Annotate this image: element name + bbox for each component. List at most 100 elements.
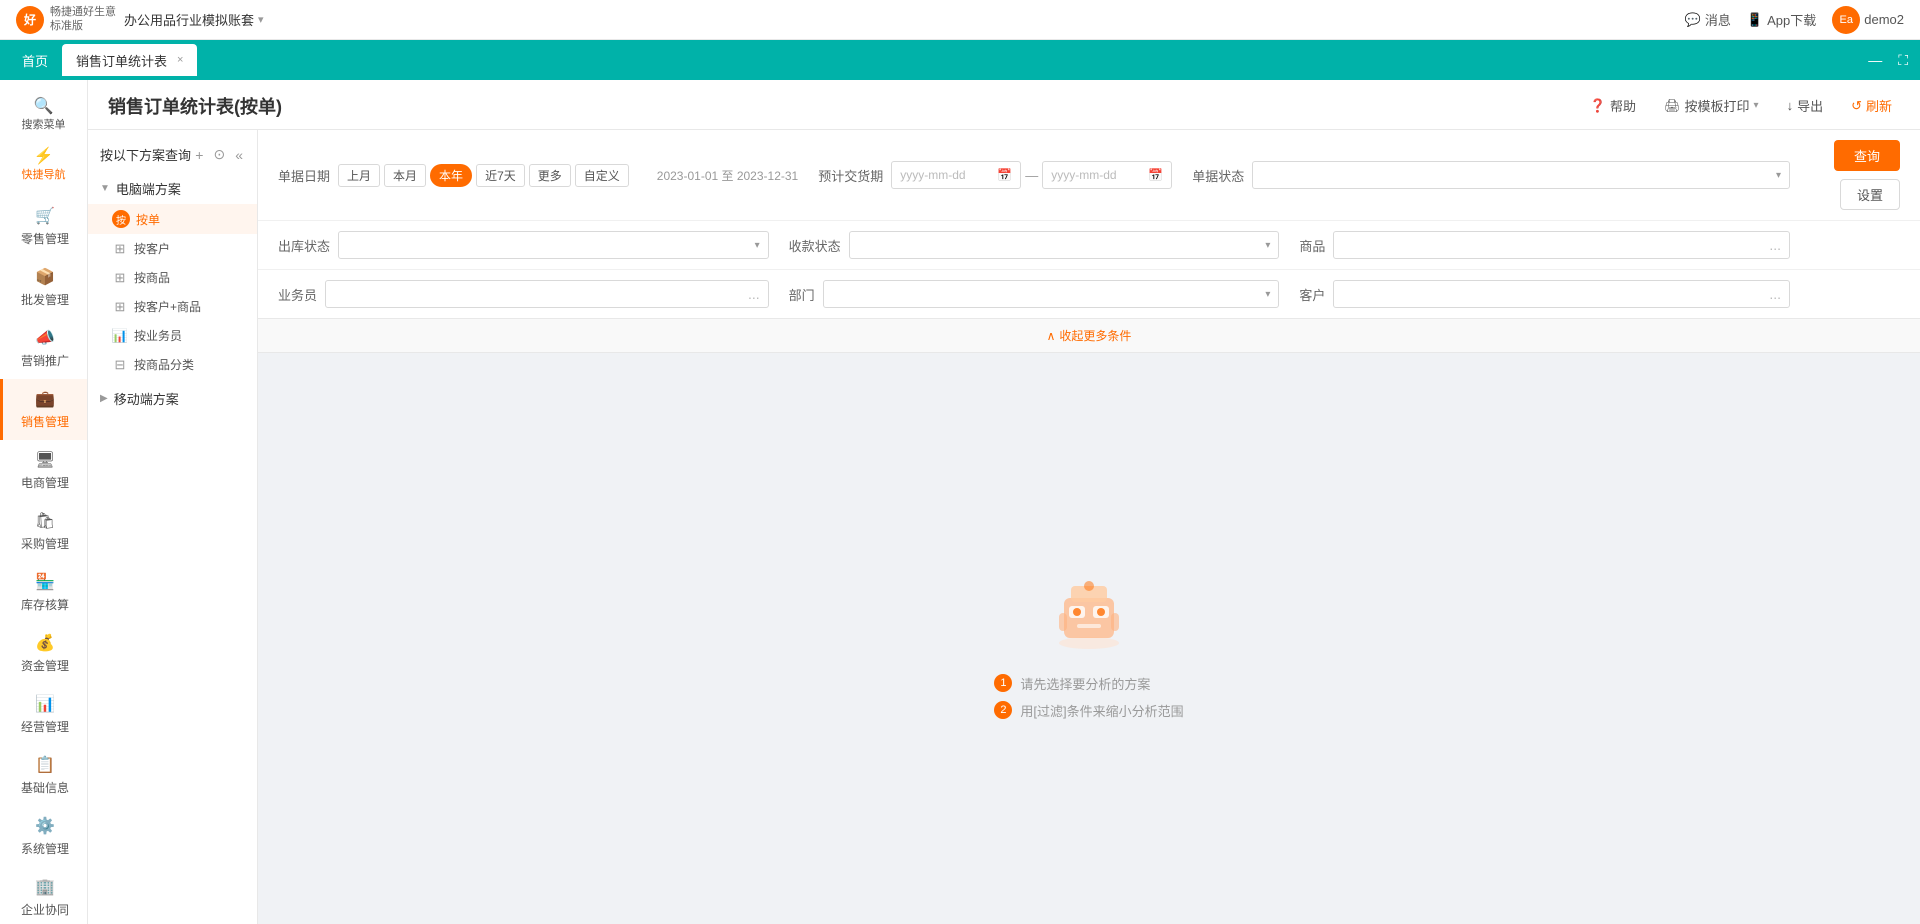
tab-close-icon[interactable]: × bbox=[177, 54, 183, 66]
logo-icon: 好 bbox=[16, 6, 44, 34]
top-bar-right: 💬 消息 📱 App下载 Ea demo2 bbox=[1685, 6, 1904, 34]
query-button[interactable]: 查询 bbox=[1834, 140, 1900, 171]
left-panel-header: 按以下方案查询 + ⊙ « bbox=[88, 138, 257, 171]
customer-input[interactable]: ... bbox=[1333, 280, 1790, 308]
message-button[interactable]: 💬 消息 bbox=[1685, 10, 1731, 29]
window-maximize-icon[interactable]: ⛶ bbox=[1894, 48, 1912, 73]
tip-num-2: 2 bbox=[994, 701, 1012, 719]
left-panel: 按以下方案查询 + ⊙ « ▼ 电脑端方案 按 bbox=[88, 130, 258, 924]
sidebar-item-inventory[interactable]: 🏪 库存核算 bbox=[0, 562, 87, 623]
sidebar-item-retail[interactable]: 🛒 零售管理 bbox=[0, 196, 87, 257]
sidebar-item-wholesale[interactable]: 📦 批发管理 bbox=[0, 257, 87, 318]
date-btn-custom[interactable]: 自定义 bbox=[575, 164, 629, 187]
empty-illustration bbox=[1039, 558, 1139, 658]
wholesale-icon: 📦 bbox=[35, 267, 55, 287]
scheme-category-label: 按商品分类 bbox=[134, 356, 194, 373]
status-section: 单据状态 ▾ bbox=[1192, 161, 1790, 189]
top-bar-left: 好 畅捷通好生意 标准版 办公用品行业模拟账套 ▾ bbox=[16, 6, 264, 34]
sidebar-item-basic[interactable]: 📋 基础信息 bbox=[0, 745, 87, 806]
tab-home[interactable]: 首页 bbox=[8, 44, 62, 76]
page-header: 销售订单统计表(按单) ❓ 帮助 🖨 按模板打印 ▾ ↓ 导出 bbox=[88, 80, 1920, 130]
basic-icon: 📋 bbox=[35, 755, 55, 775]
sidebar-item-operation[interactable]: 📊 经营管理 bbox=[0, 684, 87, 745]
top-bar: 好 畅捷通好生意 标准版 办公用品行业模拟账套 ▾ 💬 消息 📱 App下载 E… bbox=[0, 0, 1920, 40]
date-btn-more[interactable]: 更多 bbox=[529, 164, 571, 187]
tip-text-1: 请先选择要分析的方案 bbox=[1020, 674, 1150, 693]
scheme-item-by-goods[interactable]: ⊞ 按商品 bbox=[88, 263, 257, 292]
date-btn-this-year[interactable]: 本年 bbox=[430, 164, 472, 187]
print-icon: 🖨 bbox=[1664, 98, 1681, 114]
predicted-date-picker: yyyy-mm-dd 📅 — yyyy-mm-dd 📅 bbox=[891, 161, 1172, 189]
logo-area: 好 畅捷通好生意 标准版 bbox=[16, 6, 116, 34]
scheme-item-by-category[interactable]: ⊟ 按商品分类 bbox=[88, 350, 257, 379]
goods-input[interactable]: ... bbox=[1333, 231, 1790, 259]
sidebar-item-system[interactable]: ⚙️ 系统管理 bbox=[0, 806, 87, 867]
refresh-button[interactable]: ↺ 刷新 bbox=[1843, 92, 1900, 119]
sidebar-marketing-label: 营销推广 bbox=[21, 352, 69, 369]
sidebar-item-enterprise[interactable]: 🏢 企业协同 bbox=[0, 867, 87, 924]
window-minimize-icon[interactable]: — bbox=[1864, 48, 1886, 72]
purchase-icon: 🛍 bbox=[35, 511, 55, 531]
payment-select[interactable]: ▾ bbox=[849, 231, 1280, 259]
enterprise-icon: 🏢 bbox=[35, 877, 55, 897]
customer-label: 客户 bbox=[1299, 285, 1325, 304]
collapse-bar[interactable]: ∧ 收起更多条件 bbox=[258, 318, 1920, 352]
tab-sales-order[interactable]: 销售订单统计表 × bbox=[62, 44, 197, 76]
tip-text-2: 用[过滤]条件来缩小分析范围 bbox=[1020, 701, 1183, 720]
predicted-date-end[interactable]: yyyy-mm-dd 📅 bbox=[1042, 161, 1172, 189]
sidebar-item-marketing[interactable]: 📣 营销推广 bbox=[0, 318, 87, 379]
mobile-group-label: 移动端方案 bbox=[114, 389, 179, 408]
predicted-date-start[interactable]: yyyy-mm-dd 📅 bbox=[891, 161, 1021, 189]
settings-button[interactable]: 设置 bbox=[1840, 179, 1900, 210]
payment-filter: 收款状态 ▾ bbox=[789, 231, 1280, 259]
delivery-select[interactable]: ▾ bbox=[338, 231, 769, 259]
sidebar-item-sales[interactable]: 💼 销售管理 bbox=[0, 379, 87, 440]
status-arrow-icon: ▾ bbox=[1776, 170, 1781, 181]
sidebar-item-finance[interactable]: 💰 资金管理 bbox=[0, 623, 87, 684]
date-btn-7days[interactable]: 近7天 bbox=[476, 164, 525, 187]
department-select[interactable]: ▾ bbox=[823, 280, 1280, 308]
user-menu[interactable]: Ea demo2 bbox=[1832, 6, 1904, 34]
scheme-salesman-icon: 📊 bbox=[112, 328, 128, 344]
scheme-item-by-order[interactable]: 按 按单 bbox=[88, 204, 257, 234]
empty-tips: 1 请先选择要分析的方案 2 用[过滤]条件来缩小分析范围 bbox=[994, 674, 1183, 720]
sidebar-enterprise-label: 企业协同 bbox=[21, 901, 69, 918]
add-scheme-icon[interactable]: + bbox=[193, 145, 205, 165]
panel-collapse-icon[interactable]: « bbox=[233, 145, 245, 165]
goods-filter: 商品 ... bbox=[1299, 231, 1790, 259]
filter-row-3: 业务员 ... 部门 ▾ bbox=[258, 270, 1920, 318]
status-dropdown[interactable]: ▾ bbox=[1252, 161, 1790, 189]
logo-text: 畅捷通好生意 标准版 bbox=[50, 6, 116, 32]
sidebar-search[interactable]: 🔍 搜索菜单 bbox=[0, 88, 87, 140]
scheme-group-pc-header[interactable]: ▼ 电脑端方案 bbox=[88, 173, 257, 204]
sidebar-item-purchase[interactable]: 🛍 采购管理 bbox=[0, 501, 87, 562]
sidebar-quick-nav[interactable]: ⚡ 快捷导航 bbox=[0, 140, 87, 188]
scheme-item-by-customer-goods[interactable]: ⊞ 按客户+商品 bbox=[88, 292, 257, 321]
date-dash: — bbox=[1025, 168, 1038, 183]
scheme-item-by-customer[interactable]: ⊞ 按客户 bbox=[88, 234, 257, 263]
filter-panel: 单据日期 上月 本月 本年 近7天 更多 自定义 2023-01-01 至 20… bbox=[258, 130, 1920, 353]
sidebar-retail-label: 零售管理 bbox=[21, 230, 69, 247]
date-btn-last-month[interactable]: 上月 bbox=[338, 164, 380, 187]
empty-tip-1: 1 请先选择要分析的方案 bbox=[994, 674, 1183, 693]
scheme-settings-icon[interactable]: ⊙ bbox=[211, 144, 227, 165]
predicted-section: 预计交货期 yyyy-mm-dd 📅 — yyyy-mm-dd 📅 bbox=[818, 161, 1172, 189]
app-title[interactable]: 办公用品行业模拟账套 ▾ bbox=[124, 10, 264, 29]
app-download-button[interactable]: 📱 App下载 bbox=[1747, 10, 1816, 29]
salesman-input[interactable]: ... bbox=[325, 280, 769, 308]
scheme-customer-goods-label: 按客户+商品 bbox=[134, 298, 201, 315]
sidebar-item-ecommerce[interactable]: 🖥 电商管理 bbox=[0, 440, 87, 501]
help-icon: ❓ bbox=[1590, 98, 1606, 114]
scheme-group-mobile-header[interactable]: ▶ 移动端方案 bbox=[88, 383, 257, 414]
customer-dots-icon: ... bbox=[1769, 286, 1781, 302]
print-button[interactable]: 🖨 按模板打印 ▾ bbox=[1656, 92, 1767, 119]
export-icon: ↓ bbox=[1787, 98, 1794, 113]
refresh-icon: ↺ bbox=[1851, 98, 1862, 114]
pc-group-toggle: ▼ bbox=[100, 183, 110, 194]
tip-num-1: 1 bbox=[994, 674, 1012, 692]
date-btn-this-month[interactable]: 本月 bbox=[384, 164, 426, 187]
export-button[interactable]: ↓ 导出 bbox=[1779, 92, 1832, 119]
help-button[interactable]: ❓ 帮助 bbox=[1582, 92, 1644, 119]
scheme-order-icon: 按 bbox=[112, 210, 130, 228]
scheme-item-by-salesman[interactable]: 📊 按业务员 bbox=[88, 321, 257, 350]
